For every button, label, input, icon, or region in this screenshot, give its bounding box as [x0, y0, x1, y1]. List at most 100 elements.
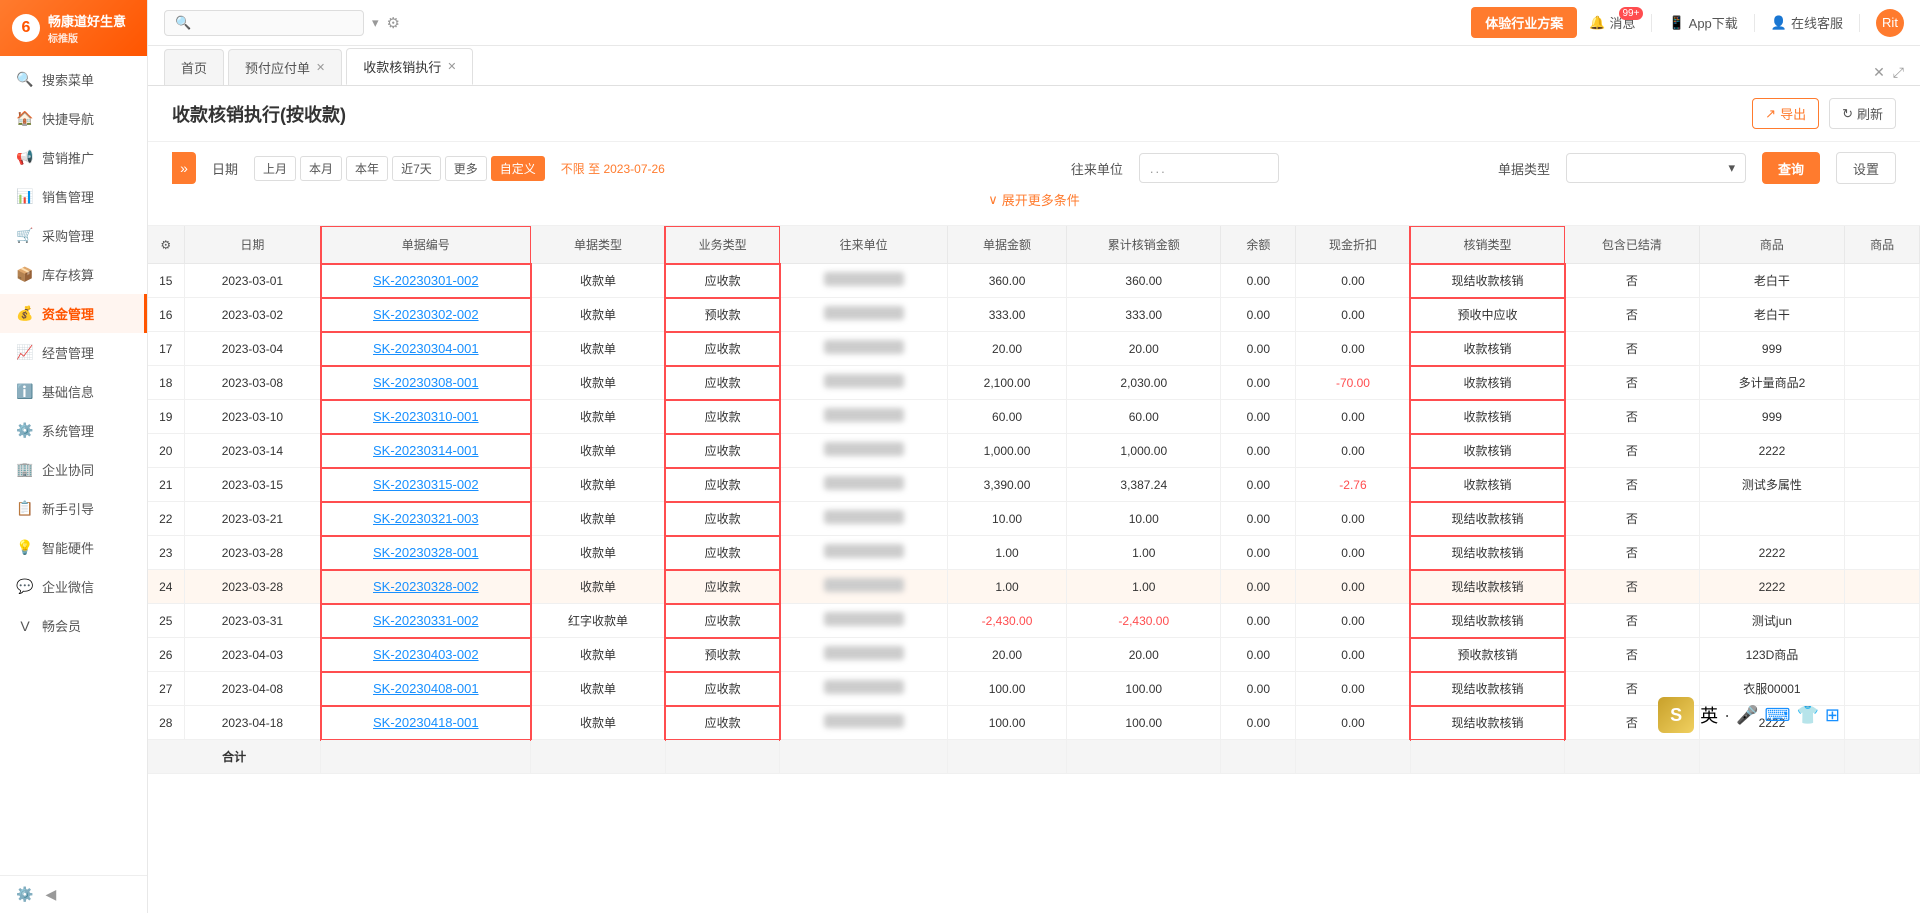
cell-doc-no[interactable]: SK-20230321-003	[321, 502, 531, 536]
doc-no-link[interactable]: SK-20230328-001	[373, 545, 479, 560]
tab-home[interactable]: 首页	[164, 49, 224, 85]
doc-no-link[interactable]: SK-20230302-002	[373, 307, 479, 322]
table-row: 232023-03-28SK-20230328-001收款单应收款1.001.0…	[148, 536, 1920, 570]
shirt-icon[interactable]: 👕	[1796, 705, 1818, 726]
th-doc-type[interactable]: 单据类型	[531, 226, 665, 264]
th-discount[interactable]: 现金折扣	[1296, 226, 1411, 264]
sidebar-item-system[interactable]: ⚙️ 系统管理	[0, 411, 147, 450]
doc-no-link[interactable]: SK-20230408-001	[373, 681, 479, 696]
date-btn-last-month[interactable]: 上月	[254, 156, 296, 181]
th-goods2[interactable]: 商品	[1845, 226, 1920, 264]
tab-pre-receive[interactable]: 预付应付单 ✕	[228, 49, 342, 85]
doc-no-link[interactable]: SK-20230315-002	[373, 477, 479, 492]
th-goods1[interactable]: 商品	[1699, 226, 1845, 264]
date-btn-last-7days[interactable]: 近7天	[392, 156, 441, 181]
collapse-icon[interactable]: ◀	[45, 886, 56, 903]
online-service[interactable]: 👤 在线客服	[1771, 13, 1843, 32]
notification-bell[interactable]: 🔔 消息 99+	[1589, 13, 1635, 32]
cell-biz-type: 应收款	[665, 604, 780, 638]
cell-amount: 1.00	[948, 570, 1067, 604]
sidebar-item-search-menu[interactable]: 🔍 搜索菜单	[0, 60, 147, 99]
cell-doc-no[interactable]: SK-20230331-002	[321, 604, 531, 638]
doc-no-link[interactable]: SK-20230331-002	[373, 613, 479, 628]
partner-select[interactable]: ...	[1139, 153, 1279, 183]
cell-biz-type: 预收款	[665, 298, 780, 332]
cell-doc-no[interactable]: SK-20230315-002	[321, 468, 531, 502]
sidebar-item-purchase[interactable]: 🛒 采购管理	[0, 216, 147, 255]
date-btn-this-month[interactable]: 本月	[300, 156, 342, 181]
tab-close-receipt-exec[interactable]: ✕	[447, 60, 456, 73]
cell-doc-no[interactable]: SK-20230310-001	[321, 400, 531, 434]
solution-button[interactable]: 体验行业方案	[1471, 7, 1577, 38]
settings-bottom-icon[interactable]: ⚙️	[16, 886, 33, 903]
doc-no-link[interactable]: SK-20230304-001	[373, 341, 479, 356]
th-settings[interactable]: ⚙	[148, 226, 184, 264]
query-button[interactable]: 查询	[1762, 152, 1820, 184]
close-tab-btn[interactable]: ✕	[1873, 64, 1885, 81]
doc-no-link[interactable]: SK-20230328-002	[373, 579, 479, 594]
sidebar-item-enterprise-wx[interactable]: 💬 企业微信	[0, 567, 147, 606]
mic-icon[interactable]: 🎤	[1736, 705, 1758, 726]
export-button[interactable]: ↗ 导出	[1752, 98, 1819, 129]
doc-no-link[interactable]: SK-20230310-001	[373, 409, 479, 424]
doc-no-link[interactable]: SK-20230321-003	[373, 511, 479, 526]
grid-icon[interactable]: ⊞	[1825, 705, 1840, 726]
cell-doc-no[interactable]: SK-20230418-001	[321, 706, 531, 740]
tab-close-pre-receive[interactable]: ✕	[316, 61, 325, 74]
cell-doc-no[interactable]: SK-20230314-001	[321, 434, 531, 468]
th-amount[interactable]: 单据金额	[948, 226, 1067, 264]
sidebar-item-hardware[interactable]: 💡 智能硬件	[0, 528, 147, 567]
sidebar-item-capital[interactable]: 💰 资金管理	[0, 294, 147, 333]
topbar-settings-icon[interactable]: ⚙	[387, 14, 400, 32]
th-included[interactable]: 包含已结清	[1565, 226, 1699, 264]
sidebar-item-marketing[interactable]: 📢 营销推广	[0, 138, 147, 177]
cell-doc-no[interactable]: SK-20230403-002	[321, 638, 531, 672]
th-verified[interactable]: 累计核销金额	[1067, 226, 1221, 264]
th-doc-no[interactable]: 单据编号	[321, 226, 531, 264]
refresh-button[interactable]: ↻ 刷新	[1829, 98, 1896, 129]
doc-no-link[interactable]: SK-20230308-001	[373, 375, 479, 390]
doc-no-link[interactable]: SK-20230301-002	[373, 273, 479, 288]
date-btn-this-year[interactable]: 本年	[346, 156, 388, 181]
cell-verified: 20.00	[1067, 638, 1221, 672]
th-date[interactable]: 日期	[184, 226, 321, 264]
filter-expand-button[interactable]: »	[172, 152, 196, 184]
app-download[interactable]: 📱 App下载	[1668, 13, 1737, 32]
th-balance[interactable]: 余额	[1221, 226, 1296, 264]
cell-doc-no[interactable]: SK-20230302-002	[321, 298, 531, 332]
cell-doc-no[interactable]: SK-20230328-002	[321, 570, 531, 604]
sidebar-item-inventory[interactable]: 📦 库存核算	[0, 255, 147, 294]
th-verify-type[interactable]: 核销类型	[1410, 226, 1564, 264]
cell-doc-no[interactable]: SK-20230308-001	[321, 366, 531, 400]
cell-date: 2023-03-10	[184, 400, 321, 434]
doc-type-select[interactable]: ▾	[1566, 153, 1746, 183]
sidebar-item-vip[interactable]: V 畅会员	[0, 606, 147, 645]
expand-more-conditions[interactable]: ∨ 展开更多条件	[172, 184, 1896, 215]
sidebar-item-operations[interactable]: 📈 经营管理	[0, 333, 147, 372]
doc-no-link[interactable]: SK-20230403-002	[373, 647, 479, 662]
dropdown-icon[interactable]: ▾	[372, 15, 379, 31]
search-box[interactable]: 🔍	[164, 10, 364, 36]
th-partner[interactable]: 往来单位	[780, 226, 948, 264]
sidebar-item-beginner[interactable]: 📋 新手引导	[0, 489, 147, 528]
cell-doc-no[interactable]: SK-20230301-002	[321, 264, 531, 298]
cell-doc-no[interactable]: SK-20230328-001	[321, 536, 531, 570]
cell-doc-no[interactable]: SK-20230304-001	[321, 332, 531, 366]
tab-receipt-exec[interactable]: 收款核销执行 ✕	[346, 48, 473, 85]
keyboard-icon[interactable]: ⌨	[1765, 705, 1791, 726]
doc-no-link[interactable]: SK-20230314-001	[373, 443, 479, 458]
sidebar-item-enterprise[interactable]: 🏢 企业协同	[0, 450, 147, 489]
cell-verify-type: 现结收款核销	[1410, 536, 1564, 570]
th-biz-type[interactable]: 业务类型	[665, 226, 780, 264]
sidebar-item-quick-nav[interactable]: 🏠 快捷导航	[0, 99, 147, 138]
user-avatar[interactable]: Rit	[1876, 9, 1904, 37]
date-btn-more[interactable]: 更多	[445, 156, 487, 181]
footer-partner	[780, 740, 948, 774]
expand-tab-btn[interactable]: ⤢	[1893, 64, 1904, 81]
setting-button[interactable]: 设置	[1836, 152, 1896, 184]
sidebar-item-basic[interactable]: ℹ️ 基础信息	[0, 372, 147, 411]
doc-no-link[interactable]: SK-20230418-001	[373, 715, 479, 730]
date-btn-custom[interactable]: 自定义	[491, 156, 545, 181]
cell-doc-no[interactable]: SK-20230408-001	[321, 672, 531, 706]
sidebar-item-sales[interactable]: 📊 销售管理	[0, 177, 147, 216]
